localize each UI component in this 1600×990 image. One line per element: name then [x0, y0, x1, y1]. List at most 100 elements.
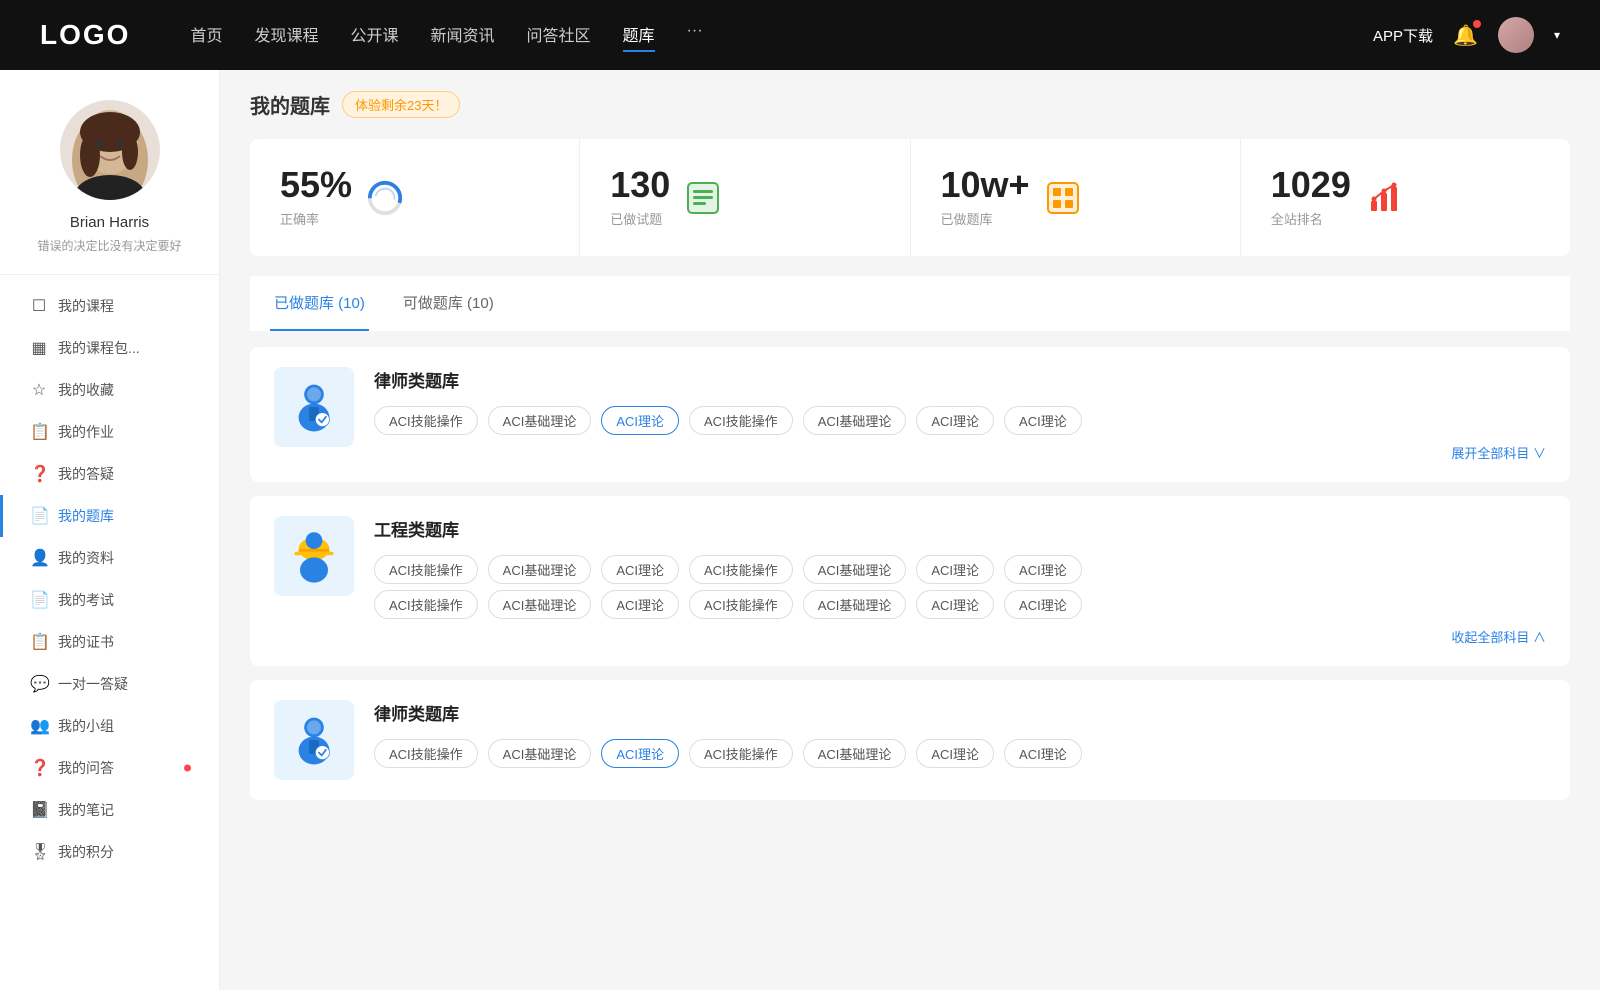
tag-item[interactable]: ACI理论 — [1004, 590, 1082, 619]
sidebar-item-one-on-one[interactable]: 💬 一对一答疑 — [0, 663, 219, 705]
done-banks-label: 已做题库 — [941, 209, 1030, 228]
nav-open[interactable]: 公开课 — [350, 18, 398, 52]
tag-item[interactable]: ACI基础理论 — [803, 406, 907, 435]
sidebar-item-group[interactable]: 👥 我的小组 — [0, 705, 219, 747]
engineer1-tags-row1: ACI技能操作 ACI基础理论 ACI理论 ACI技能操作 ACI基础理论 AC… — [374, 555, 1546, 584]
sidebar-item-label: 我的积分 — [58, 842, 114, 862]
nav-qbank[interactable]: 题库 — [623, 18, 655, 52]
sidebar-item-points[interactable]: 🎖 我的积分 — [0, 831, 219, 873]
tag-item[interactable]: ACI基础理论 — [488, 590, 592, 619]
tag-item[interactable]: ACI理论 — [1004, 555, 1082, 584]
lawyer-icon-wrap — [274, 367, 354, 447]
sidebar-item-label: 我的小组 — [58, 716, 114, 736]
tag-item[interactable]: ACI技能操作 — [374, 406, 478, 435]
tag-item-active[interactable]: ACI理论 — [601, 406, 679, 435]
tag-item[interactable]: ACI理论 — [1004, 406, 1082, 435]
cert-icon: 📋 — [30, 632, 48, 652]
tag-item[interactable]: ACI技能操作 — [374, 555, 478, 584]
app-download-button[interactable]: APP下载 — [1373, 25, 1433, 46]
tag-item[interactable]: ACI理论 — [916, 590, 994, 619]
nav-news[interactable]: 新闻资讯 — [431, 18, 495, 52]
bell-icon[interactable]: 🔔 — [1453, 23, 1478, 48]
expand-link-lawyer1[interactable]: 展开全部科目 ∨ — [374, 443, 1546, 462]
logo: LOGO — [40, 19, 130, 51]
sidebar-item-label: 我的收藏 — [58, 380, 114, 400]
sidebar-item-label: 我的课程包... — [58, 338, 140, 358]
user-avatar[interactable] — [1498, 17, 1534, 53]
sidebar-item-favorites[interactable]: ☆ 我的收藏 — [0, 369, 219, 411]
tag-item[interactable]: ACI技能操作 — [689, 555, 793, 584]
tag-item[interactable]: ACI基础理论 — [803, 739, 907, 768]
page-wrapper: Brian Harris 错误的决定比没有决定要好 ☐ 我的课程 ▦ 我的课程包… — [0, 0, 1600, 990]
tag-item[interactable]: ACI技能操作 — [374, 590, 478, 619]
sidebar-menu: ☐ 我的课程 ▦ 我的课程包... ☆ 我的收藏 📋 我的作业 ❓ 我的答疑 📄 — [0, 275, 219, 883]
nav-home[interactable]: 首页 — [190, 18, 222, 52]
tag-item[interactable]: ACI理论 — [916, 555, 994, 584]
tag-item[interactable]: ACI理论 — [916, 406, 994, 435]
tag-item[interactable]: ACI理论 — [601, 590, 679, 619]
one-on-one-icon: 💬 — [30, 674, 48, 694]
tab-row: 已做题库 (10) 可做题库 (10) — [250, 276, 1570, 331]
engineer-icon-wrap — [274, 516, 354, 596]
sidebar-item-course-packages[interactable]: ▦ 我的课程包... — [0, 327, 219, 369]
sidebar-item-profile[interactable]: 👤 我的资料 — [0, 537, 219, 579]
sidebar-item-homework[interactable]: 📋 我的作业 — [0, 411, 219, 453]
tag-item[interactable]: ACI基础理论 — [803, 590, 907, 619]
collapse-link-engineer1[interactable]: 收起全部科目 ∧ — [374, 627, 1546, 646]
tag-item[interactable]: ACI理论 — [916, 739, 994, 768]
homework-icon: 📋 — [30, 422, 48, 442]
sidebar-item-label: 我的考试 — [58, 590, 114, 610]
notes-icon: 📓 — [30, 800, 48, 820]
sidebar-item-my-qa[interactable]: ❓ 我的问答 — [0, 747, 219, 789]
sidebar-item-label: 我的证书 — [58, 632, 114, 652]
tag-item[interactable]: ACI技能操作 — [689, 406, 793, 435]
nav-more[interactable]: ··· — [687, 18, 703, 52]
tag-item[interactable]: ACI技能操作 — [689, 590, 793, 619]
tag-item-active[interactable]: ACI理论 — [601, 739, 679, 768]
stat-ranking: 1029 全站排名 — [1241, 139, 1570, 256]
sidebar-item-exam[interactable]: 📄 我的考试 — [0, 579, 219, 621]
sidebar-item-notes[interactable]: 📓 我的笔记 — [0, 789, 219, 831]
sidebar-item-certificate[interactable]: 📋 我的证书 — [0, 621, 219, 663]
tab-done-banks[interactable]: 已做题库 (10) — [270, 276, 369, 331]
tag-item[interactable]: ACI基础理论 — [803, 555, 907, 584]
stats-row: 55% 正确率 130 已做试题 — [250, 139, 1570, 256]
nav-links: 首页 发现课程 公开课 新闻资讯 问答社区 题库 ··· — [190, 18, 1373, 52]
grid-icon — [1044, 179, 1082, 217]
tag-item[interactable]: ACI理论 — [1004, 739, 1082, 768]
tag-item[interactable]: ACI技能操作 — [374, 739, 478, 768]
nav-discover[interactable]: 发现课程 — [254, 18, 318, 52]
tag-item[interactable]: ACI理论 — [601, 555, 679, 584]
bell-notification-dot — [1473, 20, 1481, 28]
engineer1-title: 工程类题库 — [374, 516, 1546, 541]
qbank-icon: 📄 — [30, 506, 48, 526]
points-icon: 🎖 — [30, 842, 48, 862]
sidebar-item-qa[interactable]: ❓ 我的答疑 — [0, 453, 219, 495]
trial-badge: 体验剩余23天！ — [342, 91, 460, 118]
sidebar-item-qbank[interactable]: 📄 我的题库 — [0, 495, 219, 537]
ranking-chart-icon — [1365, 179, 1403, 217]
nav-right: APP下载 🔔 ▾ — [1373, 17, 1560, 53]
main-content: 我的题库 体验剩余23天！ 55% 正确率 — [220, 70, 1600, 990]
nav-qa[interactable]: 问答社区 — [527, 18, 591, 52]
profile-name: Brian Harris — [70, 214, 149, 231]
sidebar-item-label: 我的资料 — [58, 548, 114, 568]
lawyer2-svg-icon — [286, 712, 342, 768]
tab-available-banks[interactable]: 可做题库 (10) — [399, 276, 498, 331]
done-questions-value: 130 — [610, 167, 670, 203]
tag-item[interactable]: ACI基础理论 — [488, 739, 592, 768]
qbank-card-engineer1: 工程类题库 ACI技能操作 ACI基础理论 ACI理论 ACI技能操作 ACI基… — [250, 496, 1570, 666]
sidebar-item-my-courses[interactable]: ☐ 我的课程 — [0, 285, 219, 327]
ranking-label: 全站排名 — [1271, 209, 1351, 228]
packages-icon: ▦ — [30, 338, 48, 358]
stat-done-banks: 10w+ 已做题库 — [911, 139, 1241, 256]
avatar-svg — [60, 100, 160, 200]
sidebar: Brian Harris 错误的决定比没有决定要好 ☐ 我的课程 ▦ 我的课程包… — [0, 70, 220, 990]
user-menu-chevron[interactable]: ▾ — [1554, 28, 1560, 42]
sidebar-item-label: 一对一答疑 — [58, 674, 128, 694]
tag-item[interactable]: ACI基础理论 — [488, 555, 592, 584]
courses-icon: ☐ — [30, 296, 48, 316]
tag-item[interactable]: ACI技能操作 — [689, 739, 793, 768]
tag-item[interactable]: ACI基础理论 — [488, 406, 592, 435]
profile-icon: 👤 — [30, 548, 48, 568]
